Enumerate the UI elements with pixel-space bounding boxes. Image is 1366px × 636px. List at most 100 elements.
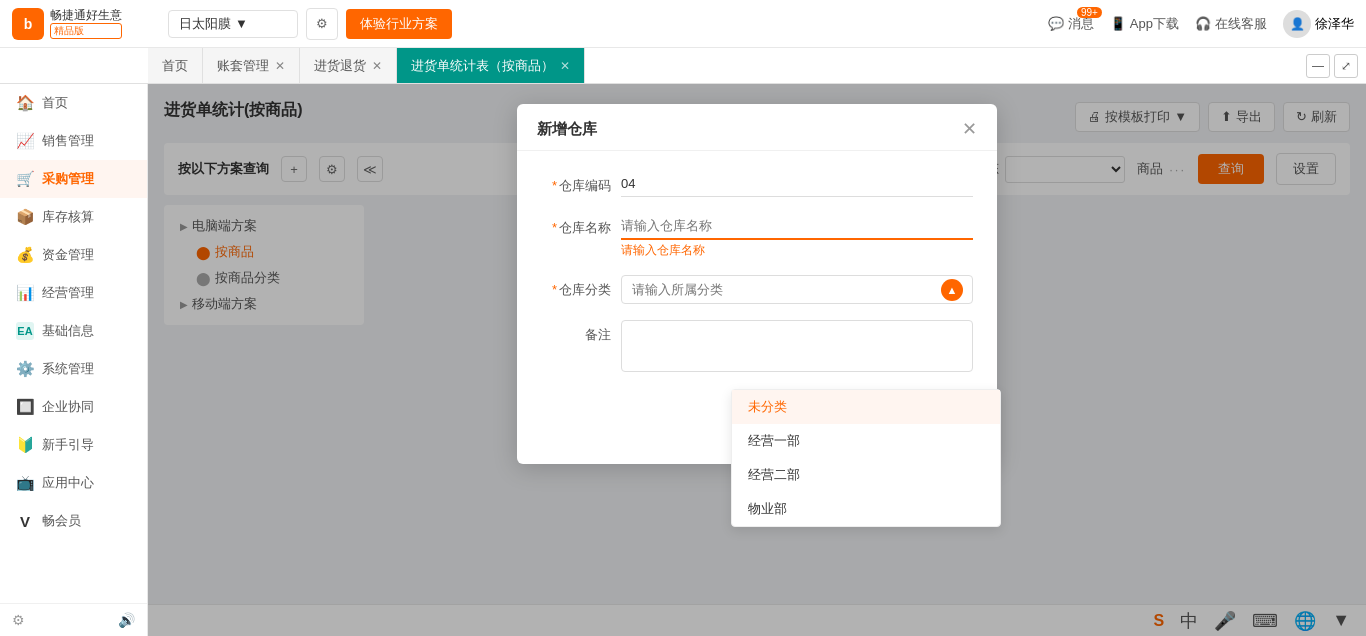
- form-row-code: *仓库编码: [541, 171, 973, 197]
- sidebar-item-guide[interactable]: 🔰 新手引导: [0, 426, 147, 464]
- dropdown-item-ops1[interactable]: 经营一部: [732, 424, 1000, 458]
- online-service-button[interactable]: 🎧 在线客服: [1195, 15, 1267, 33]
- app-download-button[interactable]: 📱 App下载: [1110, 15, 1179, 33]
- tab-returns-label: 进货退货: [314, 57, 366, 75]
- code-label: *仓库编码: [541, 171, 611, 195]
- tab-actions: — ⤢: [1306, 48, 1366, 83]
- headset-icon: 🎧: [1195, 16, 1211, 31]
- inventory-icon: 📦: [16, 208, 34, 226]
- message-icon: 💬: [1048, 16, 1064, 31]
- tab-returns[interactable]: 进货退货 ✕: [300, 48, 397, 83]
- message-button[interactable]: 💬 消息 99+: [1048, 15, 1094, 33]
- content-area: 进货单统计(按商品) 🖨 按模板打印 ▼ ⬆ 导出 ↻ 刷新: [148, 84, 1366, 636]
- system-icon: ⚙️: [16, 360, 34, 378]
- sidebar-item-home[interactable]: 🏠 首页: [0, 84, 147, 122]
- logo-badge: 精品版: [50, 23, 122, 39]
- category-toggle-button[interactable]: ▲: [941, 279, 963, 301]
- tab-minimize-button[interactable]: —: [1306, 54, 1330, 78]
- dialog-header: 新增仓库 ✕: [517, 104, 997, 151]
- tab-bar: 首页 账套管理 ✕ 进货退货 ✕ 进货单统计表（按商品） ✕ — ⤢: [0, 48, 1366, 84]
- dialog-close-button[interactable]: ✕: [962, 118, 977, 140]
- tab-purchase-stats[interactable]: 进货单统计表（按商品） ✕: [397, 48, 585, 83]
- sidebar-item-purchase[interactable]: 🛒 采购管理: [0, 160, 147, 198]
- tab-home-label: 首页: [162, 57, 188, 75]
- sidebar-label-basic-info: 基础信息: [42, 322, 94, 340]
- dialog-title: 新增仓库: [537, 120, 597, 139]
- remark-label: 备注: [541, 320, 611, 344]
- sidebar-label-app-center: 应用中心: [42, 474, 94, 492]
- tab-home[interactable]: 首页: [148, 48, 203, 83]
- app-center-icon: 📺: [16, 474, 34, 492]
- sidebar-item-vip[interactable]: V 畅会员: [0, 502, 147, 540]
- sidebar-item-basic-info[interactable]: EA 基础信息: [0, 312, 147, 350]
- operations-icon: 📊: [16, 284, 34, 302]
- enterprise-icon: 🔲: [16, 398, 34, 416]
- tab-accounts[interactable]: 账套管理 ✕: [203, 48, 300, 83]
- warehouse-code-input[interactable]: [621, 171, 973, 197]
- store-name: 日太阳膜: [179, 15, 231, 33]
- vip-icon: V: [16, 512, 34, 530]
- sidebar-item-enterprise[interactable]: 🔲 企业协同: [0, 388, 147, 426]
- modal-overlay: 新增仓库 ✕ *仓库编码 *仓库名称: [148, 84, 1366, 636]
- category-select-wrap: ▲: [621, 275, 973, 304]
- remark-textarea[interactable]: [621, 320, 973, 372]
- dropdown-item-property[interactable]: 物业部: [732, 492, 1000, 526]
- sidebar-label-enterprise: 企业协同: [42, 398, 94, 416]
- sidebar-label-vip: 畅会员: [42, 512, 81, 530]
- warehouse-name-input[interactable]: [621, 213, 973, 240]
- sidebar-item-system[interactable]: ⚙️ 系统管理: [0, 350, 147, 388]
- trial-button[interactable]: 体验行业方案: [346, 9, 452, 39]
- sidebar-label-inventory: 库存核算: [42, 208, 94, 226]
- name-error-message: 请输入仓库名称: [621, 242, 973, 259]
- finance-icon: 💰: [16, 246, 34, 264]
- home-icon: 🏠: [16, 94, 34, 112]
- sidebar-item-app-center[interactable]: 📺 应用中心: [0, 464, 147, 502]
- form-row-name: *仓库名称 请输入仓库名称: [541, 213, 973, 259]
- sidebar-settings-icon[interactable]: ⚙: [12, 612, 25, 628]
- sidebar-item-sales[interactable]: 📈 销售管理: [0, 122, 147, 160]
- avatar: 👤: [1283, 10, 1311, 38]
- name-label: *仓库名称: [541, 213, 611, 237]
- sidebar-item-finance[interactable]: 💰 资金管理: [0, 236, 147, 274]
- tab-purchase-stats-label: 进货单统计表（按商品）: [411, 57, 554, 75]
- chevron-down-icon: ▼: [235, 16, 248, 31]
- sidebar-item-operations[interactable]: 📊 经营管理: [0, 274, 147, 312]
- tab-returns-close[interactable]: ✕: [372, 59, 382, 73]
- dropdown-item-unclassified[interactable]: 未分类: [732, 390, 1000, 424]
- category-label: *仓库分类: [541, 275, 611, 299]
- tab-purchase-stats-close[interactable]: ✕: [560, 59, 570, 73]
- top-bar: b 畅捷通好生意 精品版 日太阳膜 ▼ ⚙ 体验行业方案 💬 消息 99+ 📱 …: [0, 0, 1366, 48]
- form-row-remark: 备注: [541, 320, 973, 372]
- main-layout: 🏠 首页 📈 销售管理 🛒 采购管理 📦 库存核算 💰 资金管理 📊 经营管理 …: [0, 84, 1366, 636]
- top-actions: 💬 消息 99+ 📱 App下载 🎧 在线客服 👤 徐泽华: [1048, 10, 1354, 38]
- sidebar-collapse-icon[interactable]: 🔊: [118, 612, 135, 628]
- dialog-body: *仓库编码 *仓库名称 请输入仓库名称: [517, 151, 997, 408]
- sidebar-label-purchase: 采购管理: [42, 170, 94, 188]
- tab-accounts-label: 账套管理: [217, 57, 269, 75]
- tab-maximize-button[interactable]: ⤢: [1334, 54, 1358, 78]
- basic-info-icon: EA: [16, 322, 34, 340]
- form-row-category: *仓库分类 ▲: [541, 275, 973, 304]
- sidebar-item-inventory[interactable]: 📦 库存核算: [0, 198, 147, 236]
- username: 徐泽华: [1315, 15, 1354, 33]
- user-menu[interactable]: 👤 徐泽华: [1283, 10, 1354, 38]
- category-dropdown: 未分类 经营一部 经营二部 物业部: [731, 389, 1001, 527]
- category-input[interactable]: [621, 275, 973, 304]
- sidebar-label-finance: 资金管理: [42, 246, 94, 264]
- sidebar: 🏠 首页 📈 销售管理 🛒 采购管理 📦 库存核算 💰 资金管理 📊 经营管理 …: [0, 84, 148, 636]
- settings-icon[interactable]: ⚙: [306, 8, 338, 40]
- store-selector[interactable]: 日太阳膜 ▼: [168, 10, 298, 38]
- sidebar-label-operations: 经营管理: [42, 284, 94, 302]
- sidebar-label-home: 首页: [42, 94, 68, 112]
- sidebar-label-sales: 销售管理: [42, 132, 94, 150]
- sidebar-bottom: ⚙ 🔊: [0, 603, 147, 636]
- tab-accounts-close[interactable]: ✕: [275, 59, 285, 73]
- name-field-wrap: 请输入仓库名称: [621, 213, 973, 259]
- logo-area: b 畅捷通好生意 精品版: [12, 8, 160, 40]
- guide-icon: 🔰: [16, 436, 34, 454]
- purchase-icon: 🛒: [16, 170, 34, 188]
- sidebar-label-system: 系统管理: [42, 360, 94, 378]
- dropdown-item-ops2[interactable]: 经营二部: [732, 458, 1000, 492]
- sidebar-label-guide: 新手引导: [42, 436, 94, 454]
- logo-icon: b: [12, 8, 44, 40]
